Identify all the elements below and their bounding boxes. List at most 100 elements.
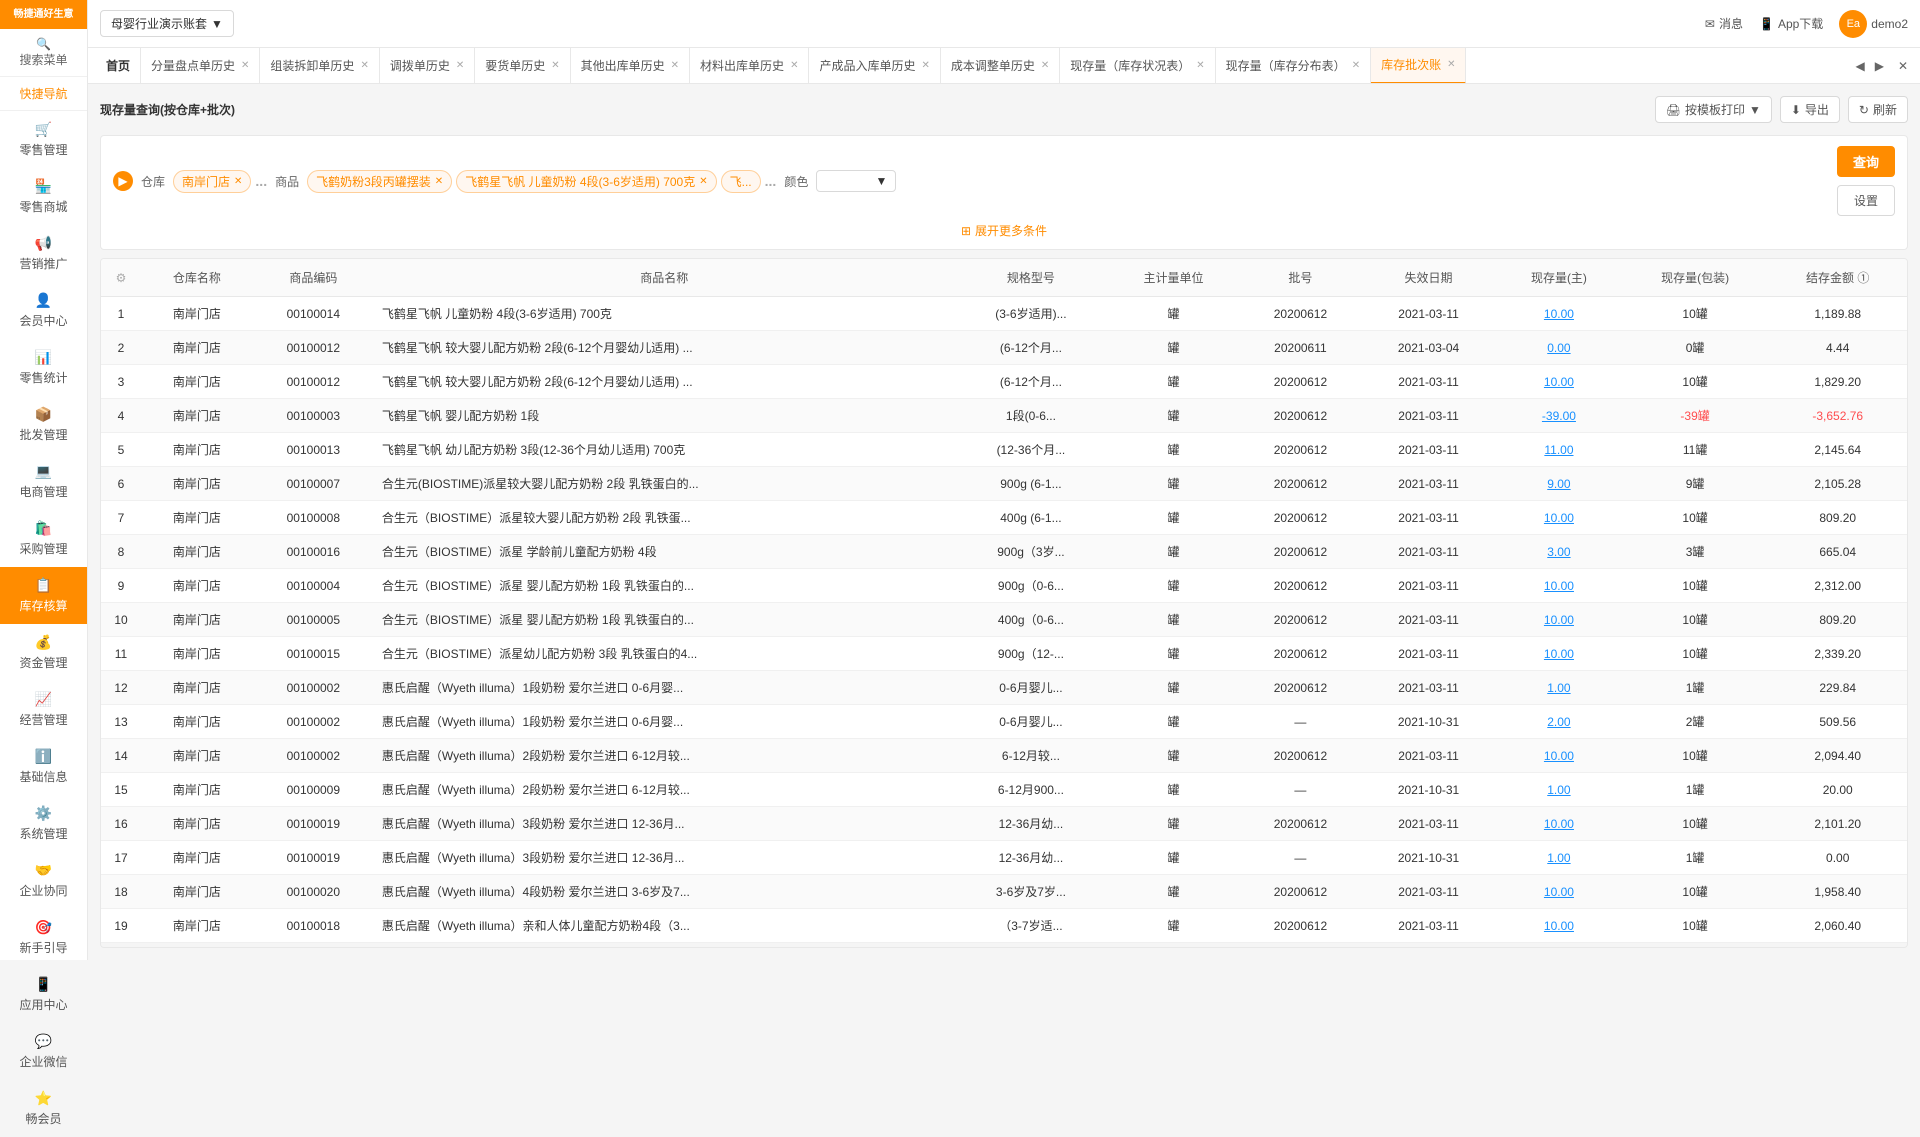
filter-expand-arrow[interactable]: ▶ (113, 171, 133, 191)
cell-no: 15 (101, 773, 141, 807)
cell-stock-main[interactable]: 0.00 (1496, 331, 1622, 365)
warehouse-tag-remove[interactable]: ✕ (234, 176, 242, 187)
sidebar-item-operations[interactable]: 📈 经营管理 (0, 681, 87, 738)
settings-btn[interactable]: 设置 (1837, 185, 1895, 216)
cell-code: 00100018 (253, 909, 374, 943)
cell-stock-main[interactable]: 1.00 (1496, 841, 1622, 875)
tab-require-close[interactable]: ✕ (551, 60, 559, 71)
tab-home[interactable]: 首页 (96, 48, 141, 84)
tab-cost-adjust-close[interactable]: ✕ (1041, 60, 1049, 71)
product-tag-1[interactable]: 飞鹤奶粉3段丙罐摆装 ✕ (307, 170, 452, 193)
cell-stock-main[interactable]: 9.00 (1496, 467, 1622, 501)
warehouse-tag[interactable]: 南岸门店 ✕ (173, 170, 251, 193)
cell-no: 13 (101, 705, 141, 739)
sidebar-item-inventory[interactable]: 📋 库存核算 (0, 567, 87, 624)
print-btn[interactable]: 🖨 按模板打印 ▼ (1655, 96, 1772, 123)
search-menu[interactable]: 🔍 搜索菜单 (0, 29, 87, 77)
cell-code: 00100009 (253, 773, 374, 807)
export-btn[interactable]: ⬇ 导出 (1780, 96, 1840, 123)
sidebar-item-finance[interactable]: 💰 资金管理 (0, 624, 87, 681)
sidebar-item-enterprise-wx[interactable]: 💬 企业微信 (0, 1023, 87, 1080)
tab-disassembly-close[interactable]: ✕ (360, 60, 368, 71)
tab-current-dist[interactable]: 现存量（库存分布表） ✕ (1216, 48, 1371, 84)
message-btn[interactable]: ✉ 消息 (1705, 15, 1743, 32)
expand-conditions-btn[interactable]: ⊞ 展开更多条件 (961, 222, 1047, 239)
cell-stock-main[interactable]: 10.00 (1496, 297, 1622, 331)
tab-transfer-close[interactable]: ✕ (456, 60, 464, 71)
product-more[interactable]: ... (765, 173, 777, 189)
cell-stock-main[interactable]: 3.00 (1496, 535, 1622, 569)
cell-stock-main[interactable]: 1.00 (1496, 773, 1622, 807)
cell-stock-main[interactable]: 10.00 (1496, 501, 1622, 535)
sidebar-item-member[interactable]: 👤 会员中心 (0, 282, 87, 339)
cell-stock-main[interactable]: 10.00 (1496, 807, 1622, 841)
sidebar-item-system[interactable]: ⚙️ 系统管理 (0, 795, 87, 852)
total-balance: 26,968.64 (1768, 943, 1907, 949)
tab-cost-adjust[interactable]: 成本调整单历史 ✕ (941, 48, 1060, 84)
sidebar-item-wholesale[interactable]: 📦 批发管理 (0, 396, 87, 453)
sidebar-item-guide[interactable]: 🎯 新手引导 (0, 909, 87, 966)
tab-prev-btn[interactable]: ◀ (1851, 57, 1868, 75)
cell-stock-main[interactable]: 11.00 (1496, 433, 1622, 467)
cell-unit: 罐 (1107, 569, 1240, 603)
cell-stock-main[interactable]: 10.00 (1496, 739, 1622, 773)
cell-stock-main[interactable]: 10.00 (1496, 909, 1622, 943)
product-tag-more[interactable]: 飞... (721, 170, 761, 193)
cell-stock-main[interactable]: 10.00 (1496, 365, 1622, 399)
account-name: 母婴行业演示账套 (111, 15, 207, 32)
sidebar-item-retail-mall[interactable]: 🏪 零售商城 (0, 168, 87, 225)
cell-stock-main[interactable]: 1.00 (1496, 671, 1622, 705)
tab-disassembly[interactable]: 组装拆卸单历史 ✕ (260, 48, 379, 84)
warehouse-more[interactable]: ... (255, 173, 267, 189)
tab-other-out[interactable]: 其他出库单历史 ✕ (571, 48, 690, 84)
account-selector[interactable]: 母婴行业演示账套 ▼ (100, 10, 234, 37)
product-tag-1-remove[interactable]: ✕ (435, 176, 443, 187)
color-filter-select[interactable]: ▼ (816, 170, 896, 192)
topbar-right: ✉ 消息 📱 App下载 Ea demo2 (1705, 10, 1908, 38)
cell-code: 00100002 (253, 739, 374, 773)
cell-name: 惠氏启醒（Wyeth illuma）亲和人体儿童配方奶粉4段（3... (374, 909, 955, 943)
tab-other-out-close[interactable]: ✕ (671, 60, 679, 71)
tab-material-out[interactable]: 材料出库单历史 ✕ (690, 48, 809, 84)
tab-product-in[interactable]: 产成品入库单历史 ✕ (809, 48, 940, 84)
product-tag-2[interactable]: 飞鹤星飞帆 儿童奶粉 4段(3-6岁适用) 700克 ✕ (456, 170, 716, 193)
sidebar-item-retail-mgmt[interactable]: 🛒 零售管理 (0, 111, 87, 168)
tab-split-stock[interactable]: 分量盘点单历史 ✕ (141, 48, 260, 84)
sidebar-item-vip[interactable]: ⭐ 畅会员 (0, 1080, 87, 1137)
refresh-btn[interactable]: ↻ 刷新 (1848, 96, 1908, 123)
tab-batch-account-close[interactable]: ✕ (1447, 59, 1455, 70)
cell-stock-main[interactable]: 2.00 (1496, 705, 1622, 739)
tab-next-btn[interactable]: ▶ (1871, 57, 1888, 75)
tab-current-dist-close[interactable]: ✕ (1352, 60, 1360, 71)
cell-stock-main[interactable]: 10.00 (1496, 875, 1622, 909)
cell-stock-main[interactable]: 10.00 (1496, 569, 1622, 603)
app-download-btn[interactable]: 📱 App下载 (1759, 15, 1823, 32)
query-btn[interactable]: 查询 (1837, 146, 1895, 177)
tab-split-stock-close[interactable]: ✕ (241, 60, 249, 71)
sidebar-item-retail-stats[interactable]: 📊 零售统计 (0, 339, 87, 396)
sidebar-item-purchase[interactable]: 🛍️ 采购管理 (0, 510, 87, 567)
tab-batch-account[interactable]: 库存批次账 ✕ (1371, 48, 1466, 84)
tab-product-in-close[interactable]: ✕ (921, 60, 929, 71)
tab-transfer[interactable]: 调拨单历史 ✕ (380, 48, 475, 84)
tab-current-stock-close[interactable]: ✕ (1196, 60, 1204, 71)
sidebar-label-inventory: 库存核算 (19, 597, 67, 614)
sidebar-item-marketing[interactable]: 📢 营销推广 (0, 225, 87, 282)
tab-current-stock[interactable]: 现存量（库存状况表） ✕ (1060, 48, 1215, 84)
sidebar-item-app-center[interactable]: 📱 应用中心 (0, 966, 87, 1023)
quick-nav[interactable]: 快捷导航 (0, 77, 87, 111)
user-profile[interactable]: Ea demo2 (1839, 10, 1908, 38)
col-settings[interactable]: ⚙ (101, 259, 141, 297)
sidebar-item-ecommerce[interactable]: 💻 电商管理 (0, 453, 87, 510)
cell-stock-main[interactable]: 10.00 (1496, 603, 1622, 637)
cell-stock-main[interactable]: 10.00 (1496, 637, 1622, 671)
cell-stock-main[interactable]: -39.00 (1496, 399, 1622, 433)
tab-close-all-btn[interactable]: ✕ (1894, 57, 1912, 75)
tab-require[interactable]: 要货单历史 ✕ (475, 48, 570, 84)
cell-stock-pack: -39罐 (1622, 399, 1769, 433)
sidebar-item-basic[interactable]: ℹ️ 基础信息 (0, 738, 87, 795)
product-tag-2-remove[interactable]: ✕ (699, 176, 707, 187)
tab-material-out-close[interactable]: ✕ (790, 60, 798, 71)
table-settings-icon[interactable]: ⚙ (116, 271, 127, 285)
sidebar-item-enterprise[interactable]: 🤝 企业协同 (0, 852, 87, 909)
